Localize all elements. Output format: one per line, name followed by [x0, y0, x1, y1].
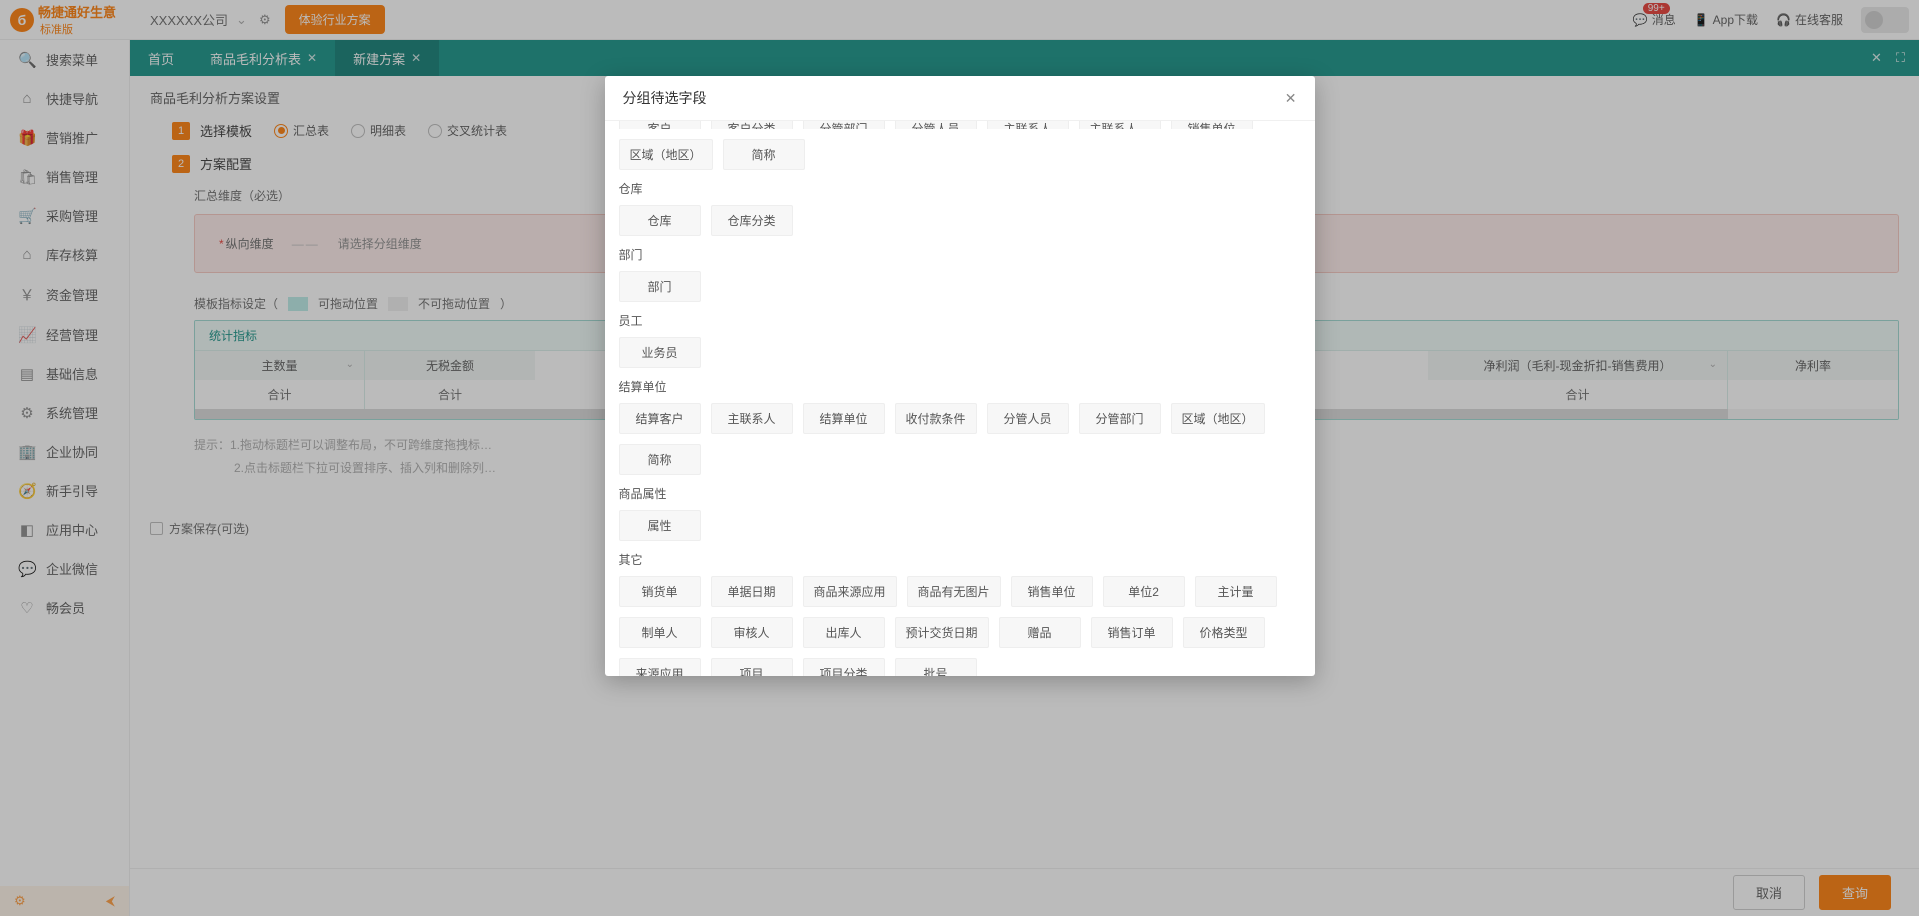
field-group: 其它销货单单据日期商品来源应用商品有无图片销售单位单位2 主计量制单人审核人出库人…: [619, 551, 1293, 676]
field-chip[interactable]: 部门: [619, 271, 701, 302]
modal-body[interactable]: 客户客户分类分管部门分管人员主联系人主联系人…销售单位 区域（地区）简称 仓库仓…: [605, 121, 1315, 676]
modal-title: 分组待选字段: [623, 88, 707, 108]
field-group: 结算单位结算客户主联系人结算单位收付款条件分管人员分管部门区域（地区）简称: [619, 378, 1293, 475]
field-group: 仓库仓库仓库分类: [619, 180, 1293, 236]
field-chip[interactable]: 主计量: [1195, 576, 1277, 607]
field-chip-row: 仓库仓库分类: [619, 205, 1293, 236]
field-chip[interactable]: 预计交货日期: [895, 617, 989, 648]
field-chip[interactable]: 分管人员: [895, 121, 977, 129]
field-chip[interactable]: 价格类型: [1183, 617, 1265, 648]
field-group: 员工业务员: [619, 312, 1293, 368]
field-chip[interactable]: 销售单位: [1011, 576, 1093, 607]
field-chip[interactable]: 简称: [619, 444, 701, 475]
field-chip[interactable]: 出库人: [803, 617, 885, 648]
field-chip[interactable]: 简称: [723, 139, 805, 170]
field-chip[interactable]: 赠品: [999, 617, 1081, 648]
field-chip[interactable]: 主联系人: [987, 121, 1069, 129]
field-chip[interactable]: 主联系人…: [1079, 121, 1161, 129]
group-title: 商品属性: [619, 485, 1293, 502]
field-chip-row-partial: 客户 客户分类 分管部门 分管人员 主联系人 主联系人… 销售单位: [619, 121, 1293, 129]
field-chip[interactable]: 制单人: [619, 617, 701, 648]
group-fields-modal: 分组待选字段 ✕ 客户客户分类分管部门分管人员主联系人主联系人…销售单位 区域（…: [605, 76, 1315, 676]
field-chip[interactable]: 单据日期: [711, 576, 793, 607]
field-chip[interactable]: 批号: [895, 658, 977, 676]
field-chip[interactable]: 分管人员: [987, 403, 1069, 434]
field-chip[interactable]: 区域（地区）: [1171, 403, 1265, 434]
group-title: 结算单位: [619, 378, 1293, 395]
field-chip[interactable]: 主联系人: [711, 403, 793, 434]
field-chip[interactable]: 收付款条件: [895, 403, 977, 434]
field-chip-row: 结算客户主联系人结算单位收付款条件分管人员分管部门区域（地区） 简称: [619, 403, 1293, 475]
field-chip-row: 销货单单据日期商品来源应用商品有无图片销售单位单位2 主计量制单人审核人出库人预计…: [619, 576, 1293, 676]
field-chip[interactable]: 项目分类: [803, 658, 885, 676]
group-title: 员工: [619, 312, 1293, 329]
field-chip[interactable]: 仓库分类: [711, 205, 793, 236]
field-chip[interactable]: 属性: [619, 510, 701, 541]
field-chip[interactable]: 商品来源应用: [803, 576, 897, 607]
field-chip[interactable]: 销售订单: [1091, 617, 1173, 648]
field-group: 商品属性属性: [619, 485, 1293, 541]
field-chip[interactable]: 结算客户: [619, 403, 701, 434]
group-title: 其它: [619, 551, 1293, 568]
modal-header: 分组待选字段 ✕: [605, 76, 1315, 121]
field-chip-row: 区域（地区） 简称: [619, 139, 1293, 170]
field-chip[interactable]: 商品有无图片: [907, 576, 1001, 607]
field-chip[interactable]: 客户分类: [711, 121, 793, 129]
close-icon[interactable]: ✕: [1285, 90, 1297, 107]
modal-overlay[interactable]: 分组待选字段 ✕ 客户客户分类分管部门分管人员主联系人主联系人…销售单位 区域（…: [0, 0, 1919, 916]
group-title: 部门: [619, 246, 1293, 263]
field-chip[interactable]: 区域（地区）: [619, 139, 713, 170]
field-chip[interactable]: 项目: [711, 658, 793, 676]
field-chip[interactable]: 销售单位: [1171, 121, 1253, 129]
field-group: 部门部门: [619, 246, 1293, 302]
field-chip[interactable]: 分管部门: [1079, 403, 1161, 434]
field-chip[interactable]: 销货单: [619, 576, 701, 607]
field-chip[interactable]: 仓库: [619, 205, 701, 236]
field-chip[interactable]: 来源应用: [619, 658, 701, 676]
field-chip[interactable]: 单位2: [1103, 576, 1185, 607]
field-chip-row: 属性: [619, 510, 1293, 541]
field-chip[interactable]: 分管部门: [803, 121, 885, 129]
group-title: 仓库: [619, 180, 1293, 197]
field-chip[interactable]: 客户: [619, 121, 701, 129]
field-chip-row: 部门: [619, 271, 1293, 302]
field-chip[interactable]: 结算单位: [803, 403, 885, 434]
field-chip[interactable]: 审核人: [711, 617, 793, 648]
field-chip[interactable]: 业务员: [619, 337, 701, 368]
field-chip-row: 业务员: [619, 337, 1293, 368]
